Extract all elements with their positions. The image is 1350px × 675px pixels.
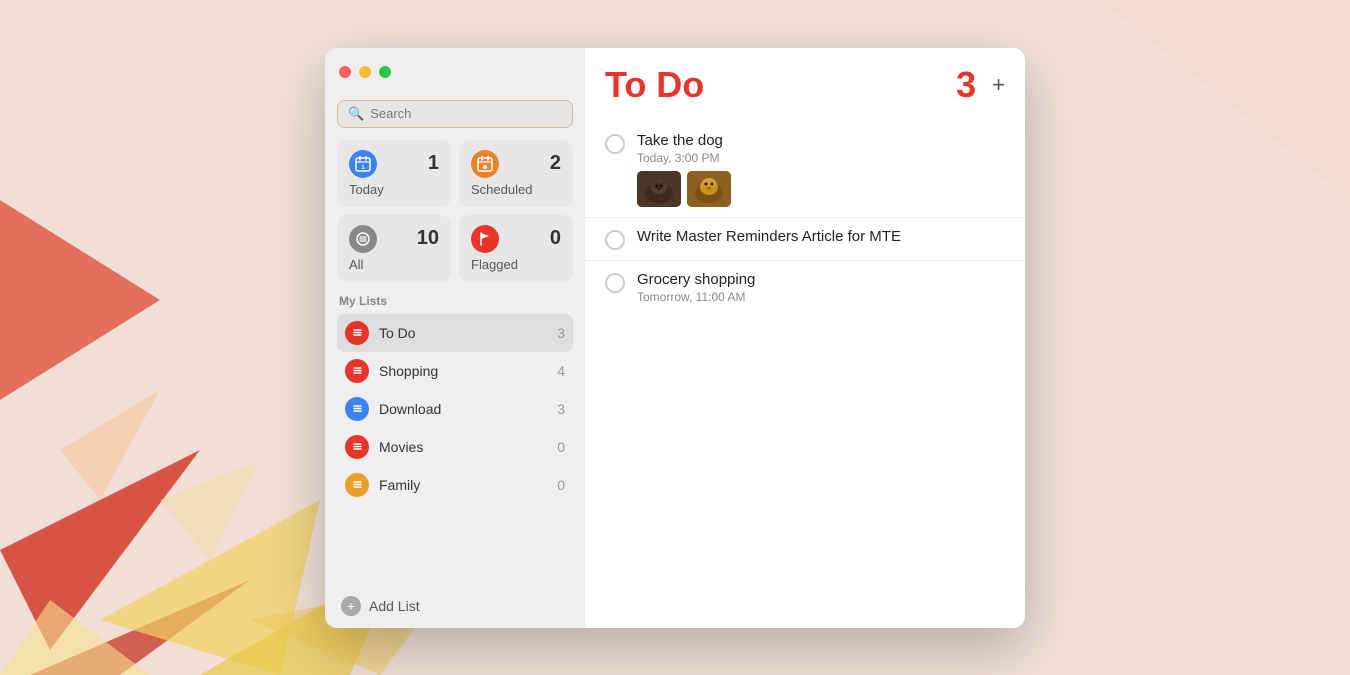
list-count-download: 3 bbox=[557, 401, 565, 417]
search-icon: 🔍 bbox=[348, 106, 364, 122]
my-lists-title: My Lists bbox=[337, 294, 573, 308]
main-content: To Do 3 + Take the dog Today, 3:00 PM bbox=[585, 48, 1025, 628]
list-item-todo[interactable]: To Do 3 bbox=[337, 314, 573, 352]
list-count-todo: 3 bbox=[557, 325, 565, 341]
smart-card-flagged[interactable]: 0 Flagged bbox=[459, 215, 573, 282]
smart-lists: 1 1 Today bbox=[325, 140, 585, 294]
main-count: 3 bbox=[956, 64, 976, 106]
task-title-1: Take the dog bbox=[637, 132, 1005, 149]
flagged-icon bbox=[471, 225, 499, 253]
task-images-1 bbox=[637, 171, 1005, 207]
list-count-shopping: 4 bbox=[557, 363, 565, 379]
flagged-label: Flagged bbox=[471, 257, 561, 272]
list-name-family: Family bbox=[379, 477, 547, 493]
search-input[interactable] bbox=[370, 106, 562, 121]
task-body-2: Write Master Reminders Article for MTE bbox=[637, 228, 1005, 247]
list-item-movies[interactable]: Movies 0 bbox=[337, 428, 573, 466]
task-title-3: Grocery shopping bbox=[637, 271, 1005, 288]
task-thumbnail-2 bbox=[687, 171, 731, 207]
task-subtitle-3: Tomorrow, 11:00 AM bbox=[637, 290, 1005, 304]
list-item-shopping[interactable]: Shopping 4 bbox=[337, 352, 573, 390]
smart-card-today[interactable]: 1 1 Today bbox=[337, 140, 451, 207]
all-label: All bbox=[349, 257, 439, 272]
list-item-download[interactable]: Download 3 bbox=[337, 390, 573, 428]
task-item: Grocery shopping Tomorrow, 11:00 AM bbox=[585, 261, 1025, 320]
add-list-icon: + bbox=[341, 596, 361, 616]
flagged-count: 0 bbox=[550, 227, 561, 250]
search-bar[interactable]: 🔍 bbox=[337, 100, 573, 128]
today-label: Today bbox=[349, 182, 439, 197]
list-icon-todo bbox=[345, 321, 369, 345]
my-lists-section: My Lists To Do 3 bbox=[325, 294, 585, 584]
task-checkbox-1[interactable] bbox=[605, 134, 625, 154]
sidebar: 🔍 1 1 bbox=[325, 48, 585, 628]
task-checkbox-3[interactable] bbox=[605, 273, 625, 293]
task-body-3: Grocery shopping Tomorrow, 11:00 AM bbox=[637, 271, 1005, 310]
list-count-family: 0 bbox=[557, 477, 565, 493]
list-icon-download bbox=[345, 397, 369, 421]
main-title: To Do bbox=[605, 64, 704, 106]
all-count: 10 bbox=[417, 227, 439, 250]
task-body-1: Take the dog Today, 3:00 PM bbox=[637, 132, 1005, 207]
list-icon-shopping bbox=[345, 359, 369, 383]
titlebar bbox=[325, 48, 585, 96]
add-list-button[interactable]: + Add List bbox=[325, 584, 585, 628]
tasks-list: Take the dog Today, 3:00 PM bbox=[585, 114, 1025, 628]
all-icon bbox=[349, 225, 377, 253]
list-icon-movies bbox=[345, 435, 369, 459]
close-button[interactable] bbox=[339, 66, 351, 78]
task-item: Write Master Reminders Article for MTE bbox=[585, 218, 1025, 261]
list-name-download: Download bbox=[379, 401, 547, 417]
add-list-label: Add List bbox=[369, 598, 420, 614]
task-subtitle-1: Today, 3:00 PM bbox=[637, 151, 1005, 165]
smart-card-scheduled[interactable]: 2 Scheduled bbox=[459, 140, 573, 207]
task-checkbox-2[interactable] bbox=[605, 230, 625, 250]
app-window: 🔍 1 1 bbox=[325, 48, 1025, 628]
list-count-movies: 0 bbox=[557, 439, 565, 455]
list-name-shopping: Shopping bbox=[379, 363, 547, 379]
list-icon-family bbox=[345, 473, 369, 497]
maximize-button[interactable] bbox=[379, 66, 391, 78]
scheduled-label: Scheduled bbox=[471, 182, 561, 197]
today-count: 1 bbox=[428, 152, 439, 175]
add-task-button[interactable]: + bbox=[992, 74, 1005, 96]
list-name-todo: To Do bbox=[379, 325, 547, 341]
task-title-2: Write Master Reminders Article for MTE bbox=[637, 228, 1005, 245]
scheduled-icon bbox=[471, 150, 499, 178]
task-thumbnail-1 bbox=[637, 171, 681, 207]
svg-text:1: 1 bbox=[361, 165, 365, 171]
today-icon: 1 bbox=[349, 150, 377, 178]
task-item: Take the dog Today, 3:00 PM bbox=[585, 122, 1025, 218]
minimize-button[interactable] bbox=[359, 66, 371, 78]
list-item-family[interactable]: Family 0 bbox=[337, 466, 573, 504]
main-header: To Do 3 + bbox=[585, 48, 1025, 114]
smart-card-all[interactable]: 10 All bbox=[337, 215, 451, 282]
list-name-movies: Movies bbox=[379, 439, 547, 455]
scheduled-count: 2 bbox=[550, 152, 561, 175]
